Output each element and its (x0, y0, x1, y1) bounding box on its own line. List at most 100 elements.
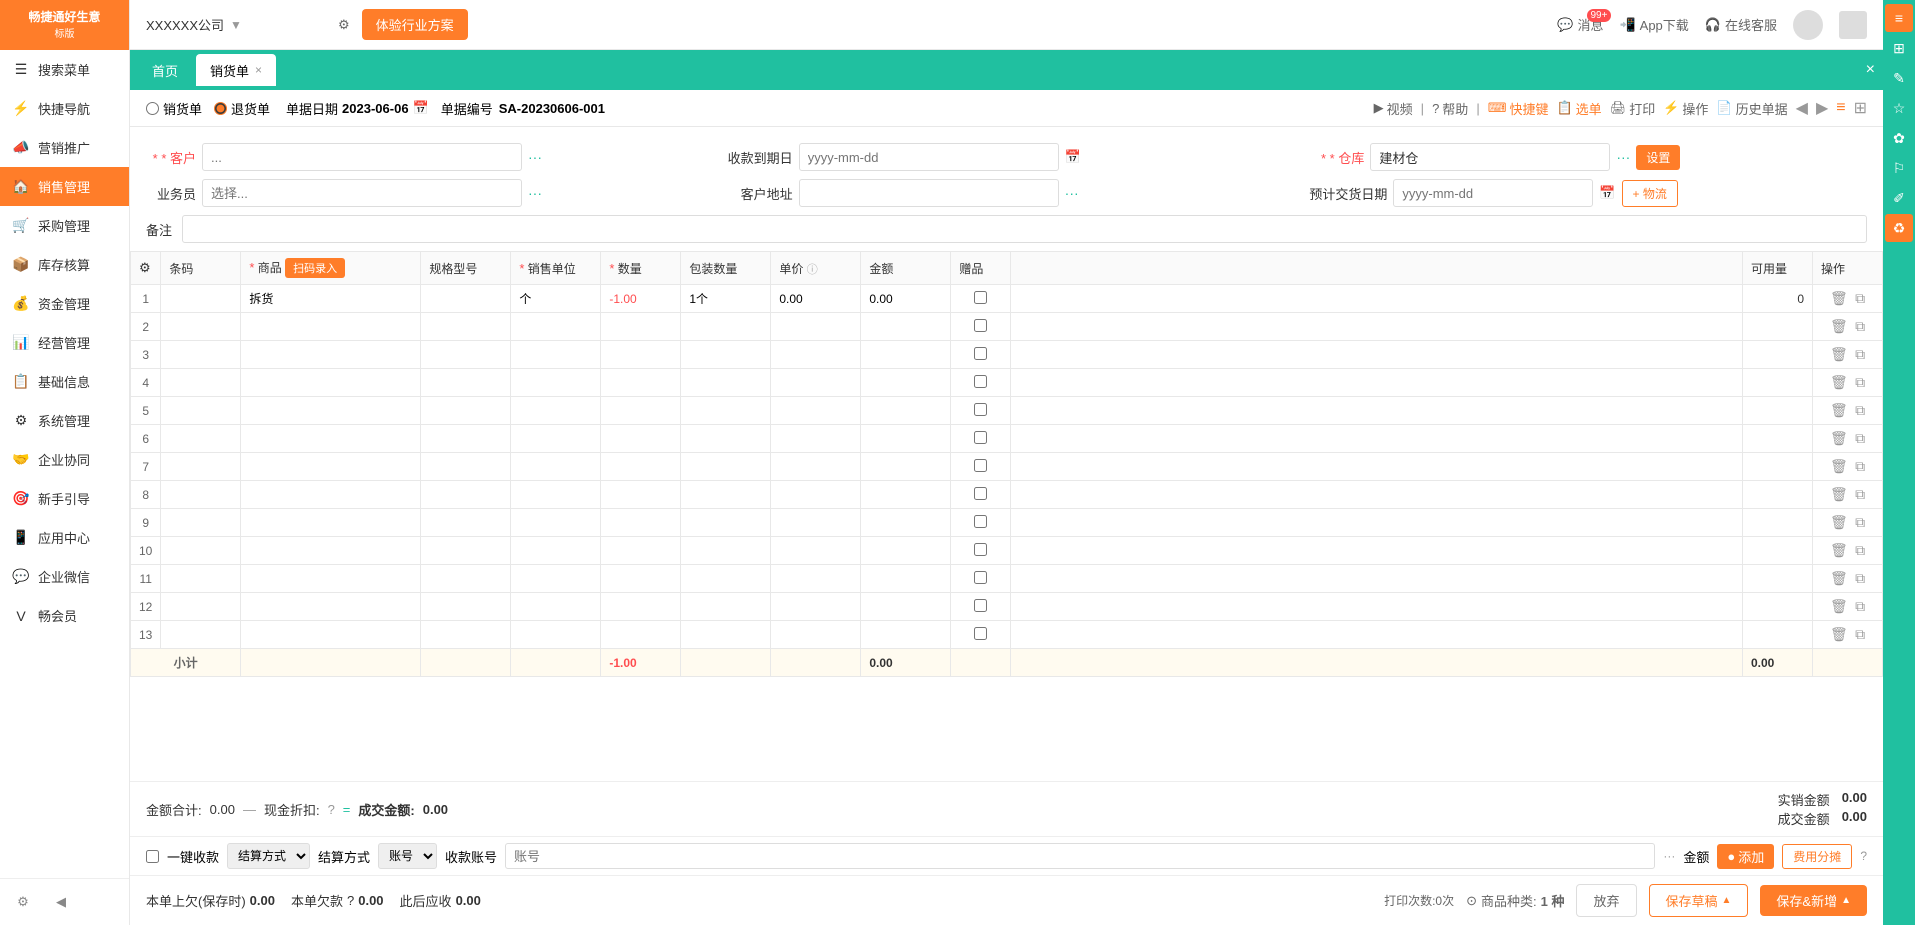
fee-help-icon[interactable]: ? (1860, 849, 1867, 863)
row-product[interactable] (241, 453, 421, 481)
copy-icon[interactable]: ⧉ (1855, 290, 1865, 306)
row-pack-qty[interactable] (681, 481, 771, 509)
row-unit[interactable] (511, 425, 601, 453)
delete-icon[interactable]: 🗑 (1830, 402, 1848, 418)
row-amount[interactable] (861, 341, 951, 369)
right-panel-btn-6[interactable]: ⚐ (1885, 154, 1913, 182)
row-price[interactable] (771, 621, 861, 649)
row-product[interactable] (241, 509, 421, 537)
row-qty[interactable] (601, 621, 681, 649)
fee-split-btn[interactable]: 费用分摊 (1782, 844, 1852, 869)
add-btn[interactable]: ● 添加 (1717, 844, 1774, 869)
row-unit[interactable] (511, 593, 601, 621)
row-gift[interactable] (951, 397, 1011, 425)
overdue-help-icon[interactable]: ? (347, 893, 354, 908)
row-product[interactable] (241, 481, 421, 509)
delete-icon[interactable]: 🗑 (1830, 290, 1848, 306)
row-amount[interactable] (861, 285, 951, 313)
row-qty[interactable] (601, 481, 681, 509)
app-download-btn[interactable]: 📲 App下载 (1619, 15, 1688, 34)
row-price[interactable] (771, 341, 861, 369)
copy-icon[interactable]: ⧉ (1855, 346, 1865, 362)
row-barcode[interactable] (161, 369, 241, 397)
due-date-calendar-icon[interactable]: 📅 (1065, 149, 1081, 165)
discard-btn[interactable]: 放弃 (1576, 884, 1636, 917)
row-barcode[interactable] (161, 537, 241, 565)
warehouse-picker-icon[interactable]: ··· (1616, 149, 1630, 165)
row-amount[interactable] (861, 397, 951, 425)
delete-icon[interactable]: 🗑 (1830, 346, 1848, 362)
nav-next-icon[interactable]: ▶ (1816, 98, 1828, 118)
sidebar-item-member[interactable]: V 畅会员 (0, 596, 129, 635)
sidebar-item-guide[interactable]: 🎯 新手引导 (0, 479, 129, 518)
row-amount[interactable] (861, 509, 951, 537)
one-click-checkbox[interactable] (146, 850, 159, 863)
settings-bottom-btn[interactable]: ⚙ (8, 887, 38, 917)
row-qty[interactable] (601, 341, 681, 369)
sidebar-item-operations[interactable]: 📊 经营管理 (0, 323, 129, 362)
right-panel-btn-4[interactable]: ☆ (1885, 94, 1913, 122)
row-spec[interactable] (421, 425, 511, 453)
row-product[interactable] (241, 285, 421, 313)
row-spec[interactable] (421, 593, 511, 621)
collapse-btn[interactable]: ◀ (46, 887, 76, 917)
row-spec[interactable] (421, 341, 511, 369)
row-unit[interactable] (511, 397, 601, 425)
row-price[interactable] (771, 397, 861, 425)
row-price[interactable] (771, 453, 861, 481)
copy-icon[interactable]: ⧉ (1855, 570, 1865, 586)
row-barcode[interactable] (161, 565, 241, 593)
row-qty[interactable] (601, 313, 681, 341)
row-gift[interactable] (951, 285, 1011, 313)
row-spec[interactable] (421, 313, 511, 341)
row-unit[interactable] (511, 313, 601, 341)
row-unit[interactable] (511, 341, 601, 369)
row-gift[interactable] (951, 593, 1011, 621)
scan-btn[interactable]: 扫码录入 (285, 258, 345, 278)
row-spec[interactable] (421, 537, 511, 565)
row-amount[interactable] (861, 593, 951, 621)
shortcut-btn[interactable]: ⌨ 快捷键 (1488, 99, 1549, 118)
row-qty[interactable] (601, 537, 681, 565)
delete-icon[interactable]: 🗑 (1830, 430, 1848, 446)
right-panel-btn-5[interactable]: ✿ (1885, 124, 1913, 152)
sidebar-item-marketing[interactable]: 📣 营销推广 (0, 128, 129, 167)
row-qty[interactable] (601, 285, 681, 313)
row-unit[interactable] (511, 509, 601, 537)
operate-btn[interactable]: ⚡ 操作 (1663, 99, 1708, 118)
row-amount[interactable] (861, 369, 951, 397)
row-gift[interactable] (951, 453, 1011, 481)
row-unit[interactable] (511, 453, 601, 481)
delete-icon[interactable]: 🗑 (1830, 626, 1848, 642)
company-selector[interactable]: XXXXXX公司 ▼ (146, 15, 326, 34)
radio-return-order[interactable]: 退货单 (214, 99, 270, 118)
message-btn[interactable]: 💬 消息 99+ (1557, 15, 1603, 34)
row-product[interactable] (241, 397, 421, 425)
row-pack-qty[interactable] (681, 313, 771, 341)
delete-icon[interactable]: 🗑 (1830, 374, 1848, 390)
sidebar-item-system[interactable]: ⚙ 系统管理 (0, 401, 129, 440)
row-pack-qty[interactable] (681, 425, 771, 453)
row-product[interactable] (241, 313, 421, 341)
row-product[interactable] (241, 425, 421, 453)
row-price[interactable] (771, 481, 861, 509)
row-pack-qty[interactable] (681, 397, 771, 425)
row-amount[interactable] (861, 621, 951, 649)
settlement-select[interactable]: 结算方式 (227, 843, 310, 869)
row-amount[interactable] (861, 313, 951, 341)
row-qty[interactable] (601, 453, 681, 481)
copy-icon[interactable]: ⧉ (1855, 486, 1865, 502)
row-pack-qty[interactable] (681, 341, 771, 369)
row-pack-qty[interactable] (681, 621, 771, 649)
nav-prev-icon[interactable]: ◀ (1796, 98, 1808, 118)
row-qty[interactable] (601, 397, 681, 425)
row-pack-qty[interactable] (681, 285, 771, 313)
account-select[interactable]: 账号 (378, 843, 437, 869)
row-price[interactable] (771, 537, 861, 565)
row-unit[interactable] (511, 565, 601, 593)
sidebar-item-app-center[interactable]: 📱 应用中心 (0, 518, 129, 557)
copy-icon[interactable]: ⧉ (1855, 542, 1865, 558)
row-qty[interactable] (601, 593, 681, 621)
row-gift[interactable] (951, 425, 1011, 453)
save-draft-btn[interactable]: 保存草稿 ▲ (1649, 884, 1749, 917)
